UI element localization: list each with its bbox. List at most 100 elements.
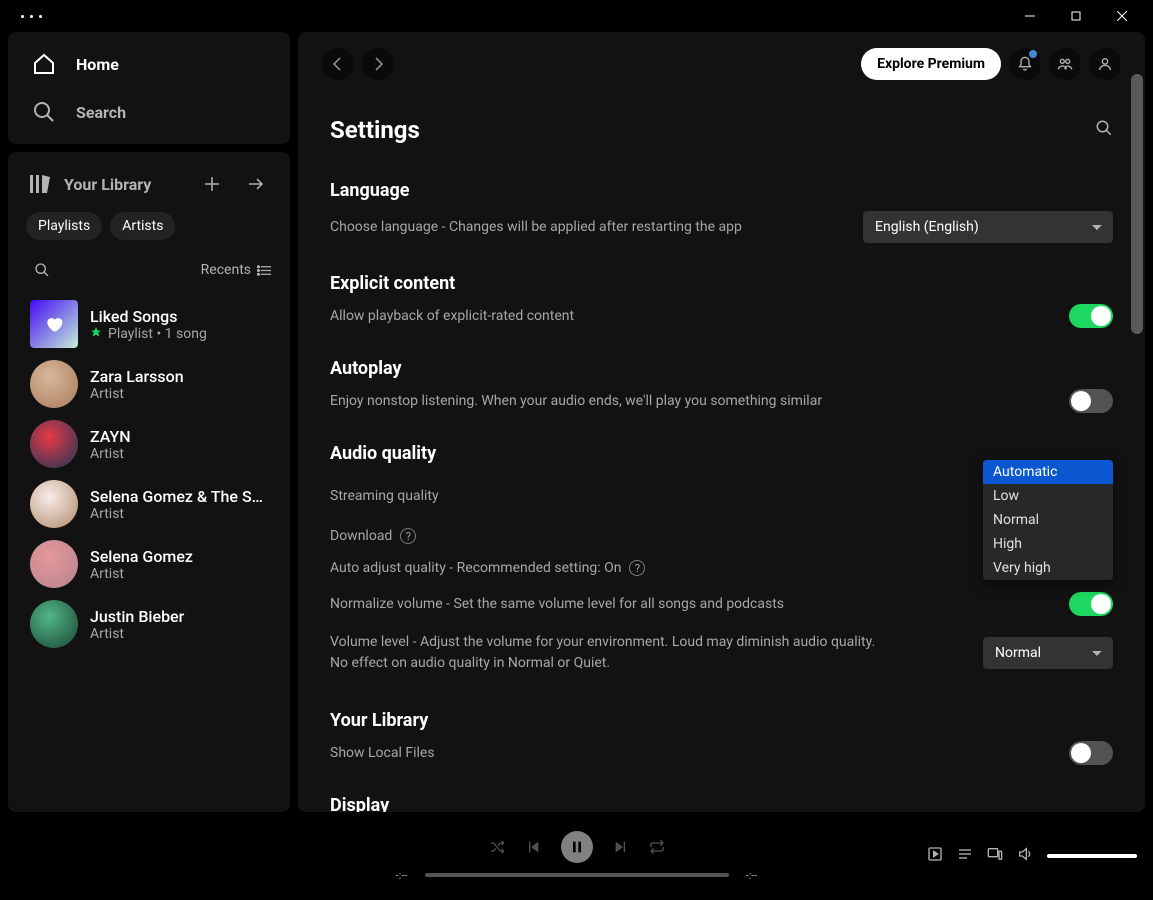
pin-icon: [90, 326, 102, 342]
library-item-sub: Playlist • 1 song: [90, 326, 268, 342]
artist-art: [30, 480, 78, 528]
queue-button[interactable]: [957, 846, 973, 866]
artist-art: [30, 420, 78, 468]
explicit-title: Explicit content: [330, 273, 1113, 294]
library-item[interactable]: Zara LarssonArtist: [24, 354, 274, 414]
repeat-button[interactable]: [649, 839, 665, 855]
your-library-title: Your Library: [330, 710, 1113, 731]
chip-playlists[interactable]: Playlists: [26, 212, 102, 240]
library-sort[interactable]: Recents: [201, 262, 272, 278]
explicit-desc: Allow playback of explicit-rated content: [330, 306, 574, 327]
section-your-library: Your Library Show Local Files: [330, 702, 1113, 787]
library-search-button[interactable]: [26, 254, 58, 286]
titlebar: [0, 0, 1153, 32]
liked-songs-art: [30, 300, 78, 348]
volume-button[interactable]: [1017, 846, 1033, 866]
now-playing-view-button[interactable]: [927, 846, 943, 866]
dropdown-option[interactable]: Automatic: [983, 460, 1113, 484]
library-sort-label: Recents: [201, 262, 251, 278]
library-item-name: Selena Gomez & The Sc...: [90, 487, 268, 506]
library-item[interactable]: Justin BieberArtist: [24, 594, 274, 654]
nav-home[interactable]: Home: [20, 40, 278, 88]
skip-next-icon: [613, 839, 629, 855]
library-item-sub: Artist: [90, 446, 268, 462]
progress-bar[interactable]: -:-- -:--: [387, 869, 767, 882]
local-files-label: Show Local Files: [330, 743, 435, 764]
library-item[interactable]: ZAYNArtist: [24, 414, 274, 474]
library-item[interactable]: Selena GomezArtist: [24, 534, 274, 594]
people-icon: [1057, 56, 1073, 72]
library-header[interactable]: Your Library: [28, 172, 184, 196]
normalize-toggle[interactable]: [1069, 592, 1113, 616]
create-playlist-button[interactable]: [196, 168, 228, 200]
library-item-name: Selena Gomez: [90, 547, 268, 566]
section-autoplay: Autoplay Enjoy nonstop listening. When y…: [330, 350, 1113, 435]
library-item[interactable]: Liked SongsPlaylist • 1 song: [24, 294, 274, 354]
home-icon: [32, 52, 56, 76]
notifications-button[interactable]: [1009, 48, 1041, 80]
nav-panel: Home Search: [8, 32, 290, 144]
friends-button[interactable]: [1049, 48, 1081, 80]
plus-icon: [204, 176, 220, 192]
settings-search-button[interactable]: [1095, 119, 1113, 141]
nav-search[interactable]: Search: [20, 88, 278, 136]
bell-icon: [1017, 56, 1033, 72]
shuffle-icon: [489, 839, 505, 855]
devices-button[interactable]: [987, 846, 1003, 866]
normalize-label: Normalize volume - Set the same volume l…: [330, 596, 784, 612]
skip-previous-icon: [525, 839, 541, 855]
profile-button[interactable]: [1089, 48, 1121, 80]
chip-artists[interactable]: Artists: [110, 212, 175, 240]
total-time: -:--: [737, 869, 767, 882]
app-menu[interactable]: [8, 15, 43, 18]
main-panel: Explore Premium Settings Language Choose…: [298, 32, 1145, 812]
autoplay-toggle[interactable]: [1069, 389, 1113, 413]
dropdown-option[interactable]: Normal: [983, 508, 1113, 532]
volume-level-desc: Volume level - Adjust the volume for you…: [330, 632, 890, 674]
language-select[interactable]: English (English): [863, 211, 1113, 243]
devices-icon: [987, 846, 1003, 862]
maximize-button[interactable]: [1053, 0, 1099, 32]
library-panel: Your Library Playlists Artists Recents: [8, 152, 290, 812]
library-item-name: Justin Bieber: [90, 607, 268, 626]
dropdown-option[interactable]: Low: [983, 484, 1113, 508]
library-item[interactable]: Selena Gomez & The Sc...Artist: [24, 474, 274, 534]
player-bar: -:-- -:--: [0, 812, 1153, 900]
chevron-right-icon: [370, 56, 386, 72]
dropdown-option[interactable]: High: [983, 532, 1113, 556]
nav-forward-button[interactable]: [362, 48, 394, 80]
auto-adjust-label: Auto adjust quality - Recommended settin…: [330, 560, 645, 576]
library-item-sub: Artist: [90, 506, 268, 522]
explicit-toggle[interactable]: [1069, 304, 1113, 328]
nav-back-button[interactable]: [322, 48, 354, 80]
explore-premium-button[interactable]: Explore Premium: [861, 48, 1001, 80]
play-pause-button[interactable]: [561, 831, 593, 863]
library-title: Your Library: [64, 175, 151, 194]
shuffle-button[interactable]: [489, 839, 505, 855]
repeat-icon: [649, 839, 665, 855]
section-display: Display: [330, 787, 1113, 812]
arrow-right-icon: [248, 176, 264, 192]
volume-level-select[interactable]: Normal: [983, 637, 1113, 669]
pause-icon: [569, 839, 585, 855]
dropdown-option[interactable]: Very high: [983, 556, 1113, 580]
local-files-toggle[interactable]: [1069, 741, 1113, 765]
streaming-quality-dropdown[interactable]: AutomaticLowNormalHighVery high: [983, 460, 1113, 580]
help-icon[interactable]: ?: [629, 560, 645, 576]
minimize-button[interactable]: [1007, 0, 1053, 32]
previous-button[interactable]: [525, 839, 541, 855]
chevron-left-icon: [330, 56, 346, 72]
close-button[interactable]: [1099, 0, 1145, 32]
artist-art: [30, 600, 78, 648]
volume-slider[interactable]: [1047, 854, 1137, 858]
list-icon: [257, 263, 272, 278]
library-item-name: Zara Larsson: [90, 367, 268, 386]
display-title: Display: [330, 795, 1113, 812]
help-icon[interactable]: ?: [400, 528, 416, 544]
volume-icon: [1017, 846, 1033, 862]
show-more-button[interactable]: [240, 168, 272, 200]
next-button[interactable]: [613, 839, 629, 855]
user-icon: [1097, 56, 1113, 72]
section-language: Language Choose language - Changes will …: [330, 172, 1113, 265]
search-icon: [32, 100, 56, 124]
